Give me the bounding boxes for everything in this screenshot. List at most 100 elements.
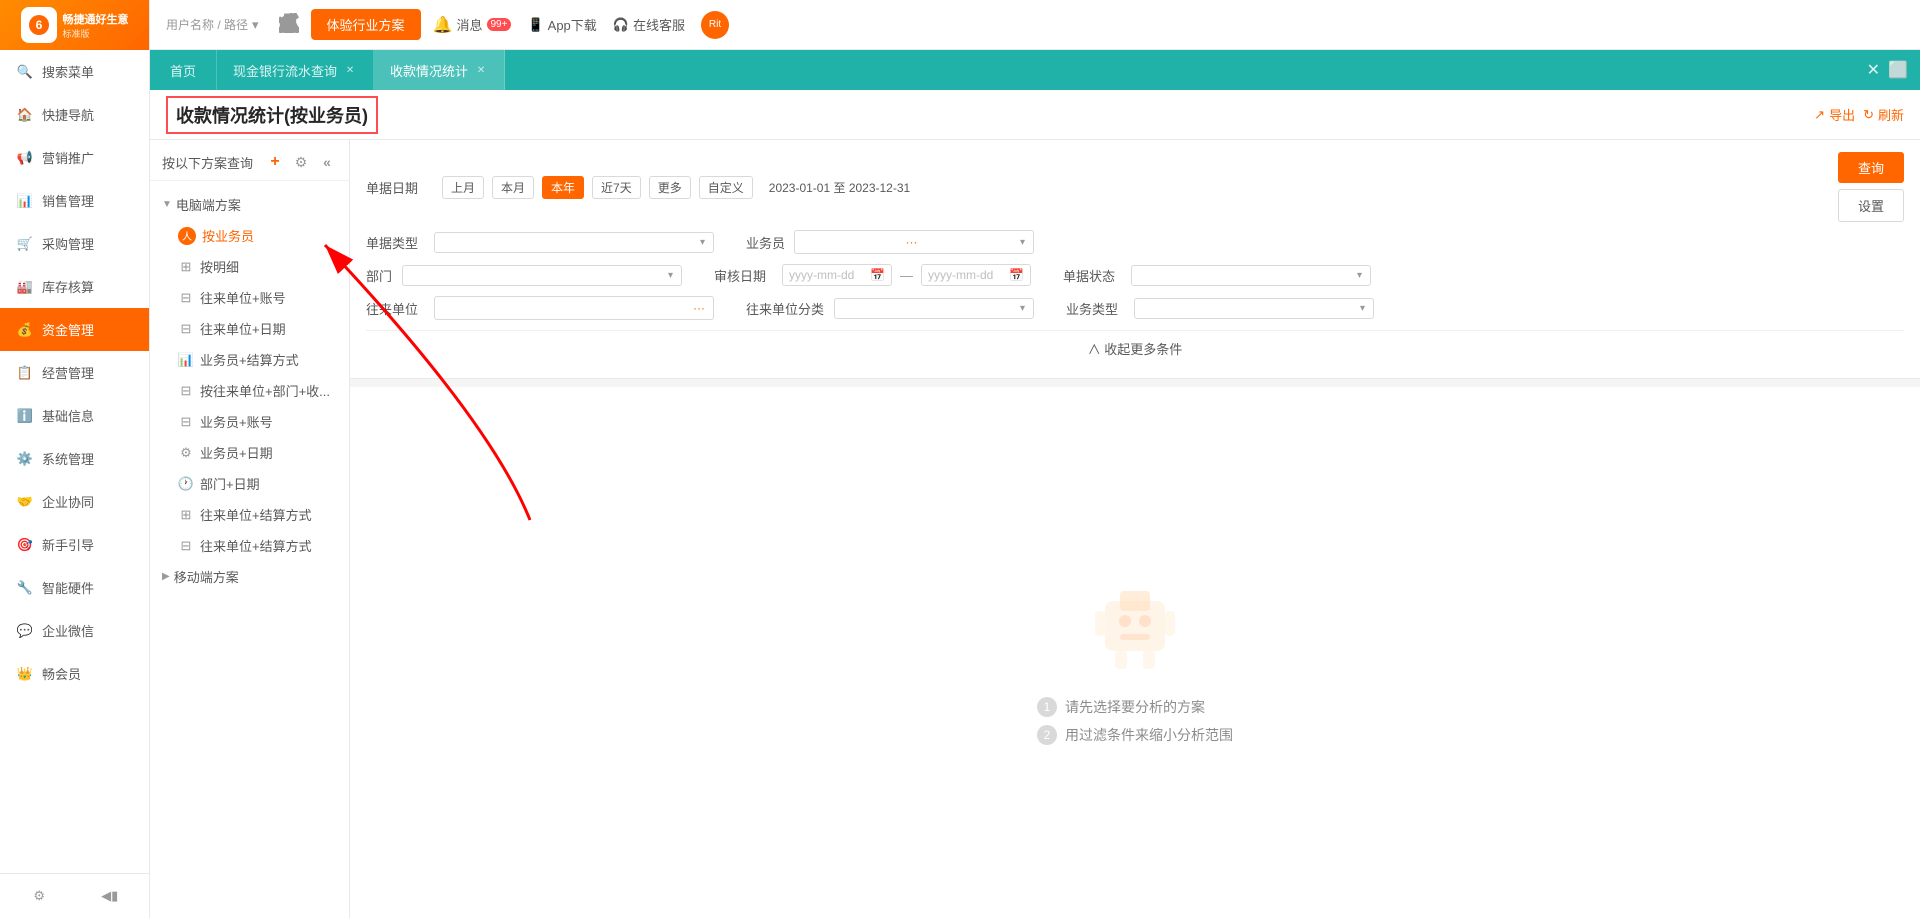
query-button[interactable]: 查询 <box>1838 152 1904 183</box>
guide-icon: 🎯 <box>16 536 34 554</box>
filter-row-1: 单据日期 上月 本月 本年 近7天 更多 自定义 2023-01-01 至 20… <box>366 152 1904 222</box>
sidebar-item-member[interactable]: 👑 畅会员 <box>0 652 149 695</box>
tree-item-partner-settlement1[interactable]: ⊞ 往来单位+结算方式 <box>150 499 349 530</box>
partner-type-chevron: ▾ <box>1020 303 1025 314</box>
sidebar-item-purchase[interactable]: 🛒 采购管理 <box>0 222 149 265</box>
tab-cash-flow[interactable]: 现金银行流水查询 ✕ <box>217 50 374 90</box>
tab-collection[interactable]: 收款情况统计 ✕ <box>374 50 505 90</box>
filter-row-3: 往来单位 ··· 往来单位分类 ▾ 业务类型 <box>366 296 1904 320</box>
sidebar-item-guide[interactable]: 🎯 新手引导 <box>0 523 149 566</box>
user-profile[interactable]: Rit <box>701 11 729 39</box>
tree-item-partner-account[interactable]: ⊟ 往来单位+账号 <box>150 282 349 313</box>
salesperson-select[interactable]: ··· ▾ <box>794 230 1034 254</box>
btn-more-dates[interactable]: 更多 <box>649 176 691 199</box>
filter-row-2: 部门 ▾ 审核日期 yyyy-mm-dd 📅 — <box>366 264 1904 286</box>
refresh-button[interactable]: ↻ 刷新 <box>1863 105 1904 124</box>
page-title: 收款情况统计(按业务员) <box>166 96 378 134</box>
partner-select[interactable]: ··· <box>434 296 714 320</box>
btn-this-month[interactable]: 本月 <box>492 176 534 199</box>
tree-item-salesperson-account[interactable]: ⊟ 业务员+账号 <box>150 406 349 437</box>
app-download-btn[interactable]: 📱 App下载 <box>527 15 596 34</box>
export-button[interactable]: ↗ 导出 <box>1814 105 1855 124</box>
review-date-end[interactable]: yyyy-mm-dd 📅 <box>921 264 1031 286</box>
logo-icon: 6 <box>21 7 57 43</box>
sidebar-item-basic[interactable]: ℹ️ 基础信息 <box>0 394 149 437</box>
finance-icon: 💰 <box>16 321 34 339</box>
dropdown-icon[interactable]: ▾ <box>252 17 259 33</box>
version-text: 标准版 <box>63 27 129 40</box>
sidebar-item-inventory[interactable]: 🏭 库存核算 <box>0 265 149 308</box>
settings-button[interactable]: 设置 <box>1838 189 1904 222</box>
collapse-panel-btn[interactable]: « <box>317 152 337 172</box>
add-scheme-btn[interactable]: + <box>265 152 285 172</box>
dept-select[interactable]: ▾ <box>402 265 682 286</box>
sidebar-settings-btn[interactable]: ⚙ <box>8 882 71 910</box>
megaphone-icon: 📢 <box>16 149 34 167</box>
purchase-icon: 🛒 <box>16 235 34 253</box>
salesperson-account-icon: ⊟ <box>178 414 194 430</box>
tree-item-partner-settlement2[interactable]: ⊟ 往来单位+结算方式 <box>150 530 349 561</box>
logo-text: 畅捷通好生意 <box>63 11 129 27</box>
collapse-more-btn[interactable]: ∧ 收起更多条件 <box>366 330 1904 366</box>
btn-last-month[interactable]: 上月 <box>442 176 484 199</box>
review-date-label: 审核日期 <box>714 266 774 285</box>
btn-custom-date[interactable]: 自定义 <box>699 176 753 199</box>
btn-last-7-days[interactable]: 近7天 <box>592 176 641 199</box>
tab-maximize-btn[interactable]: ⬜ <box>1888 60 1908 80</box>
tree-item-dept-date[interactable]: 🕐 部门+日期 <box>150 468 349 499</box>
sidebar-nav: 🔍 搜索菜单 🏠 快捷导航 📢 营销推广 📊 销售管理 🛒 采购管理 🏭 库存核… <box>0 50 149 873</box>
btn-this-year[interactable]: 本年 <box>542 176 584 199</box>
tab-close-all-btn[interactable]: ✕ <box>1867 60 1880 80</box>
tree-item-partner-date[interactable]: ⊟ 往来单位+日期 <box>150 313 349 344</box>
sidebar-item-finance[interactable]: 💰 资金管理 <box>0 308 149 351</box>
breadcrumb: 用户名称 / 路径 ▾ <box>166 16 259 33</box>
tree-group-mobile-header[interactable]: ▶ 移动端方案 <box>150 561 349 592</box>
sidebar-item-nav[interactable]: 🏠 快捷导航 <box>0 93 149 136</box>
tab-close-collection[interactable]: ✕ <box>474 63 488 77</box>
doc-status-select[interactable]: ▾ <box>1131 265 1371 286</box>
message-btn[interactable]: 🔔 消息 99+ <box>433 15 512 35</box>
sidebar-item-sales[interactable]: 📊 销售管理 <box>0 179 149 222</box>
member-icon: 👑 <box>16 665 34 683</box>
sidebar-collapse-btn[interactable]: ◀▮ <box>79 882 142 910</box>
notification-badge: 99+ <box>487 18 512 31</box>
sales-icon: 📊 <box>16 192 34 210</box>
sidebar-item-marketing[interactable]: 📢 营销推广 <box>0 136 149 179</box>
doctype-chevron: ▾ <box>700 237 705 248</box>
gear-btn[interactable] <box>279 13 299 36</box>
doctype-select[interactable]: ▾ <box>434 232 714 253</box>
partner-type-select[interactable]: ▾ <box>834 298 1034 319</box>
empty-tips: 1 请先选择要分析的方案 2 用过滤条件来缩小分析范围 <box>1037 697 1233 745</box>
sidebar-item-search[interactable]: 🔍 搜索菜单 <box>0 50 149 93</box>
tip-num-2: 2 <box>1037 725 1057 745</box>
business-type-select[interactable]: ▾ <box>1134 298 1374 319</box>
doc-status-chevron: ▾ <box>1357 270 1362 281</box>
svg-text:6: 6 <box>35 18 42 32</box>
salesperson-date-icon: ⚙ <box>178 445 194 461</box>
sidebar-item-operation[interactable]: 📋 经营管理 <box>0 351 149 394</box>
sidebar-item-hardware[interactable]: 🔧 智能硬件 <box>0 566 149 609</box>
salesperson-label: 业务员 <box>746 233 786 252</box>
salesperson-more[interactable]: ··· <box>905 235 917 249</box>
solution-tree: ▼ 电脑端方案 人 按业务员 ⊞ 按明细 ⊟ 往来单位+账号 <box>150 181 349 918</box>
content-area: 按以下方案查询 + ⚙ « ▼ 电脑端方案 人 按业务员 <box>150 140 1920 918</box>
tree-item-partner-dept[interactable]: ⊟ 按往来单位+部门+收... <box>150 375 349 406</box>
partner-more-btn[interactable]: ··· <box>693 301 705 315</box>
online-service-btn[interactable]: 🎧 在线客服 <box>613 15 685 34</box>
scheme-settings-btn[interactable]: ⚙ <box>291 152 311 172</box>
sidebar-item-collab[interactable]: 🤝 企业协同 <box>0 480 149 523</box>
logo: 6 畅捷通好生意 标准版 <box>0 0 149 50</box>
tree-item-by-detail[interactable]: ⊞ 按明细 <box>150 251 349 282</box>
tab-home[interactable]: 首页 <box>150 50 217 90</box>
tree-item-by-salesperson[interactable]: 人 按业务员 <box>150 220 349 251</box>
tab-close-cash[interactable]: ✕ <box>343 63 357 77</box>
trial-button[interactable]: 体验行业方案 <box>311 9 421 40</box>
partner-label: 往来单位 <box>366 299 426 318</box>
tree-item-salesperson-settlement[interactable]: 📊 业务员+结算方式 <box>150 344 349 375</box>
review-date-start[interactable]: yyyy-mm-dd 📅 <box>782 264 892 286</box>
inventory-icon: 🏭 <box>16 278 34 296</box>
tree-item-salesperson-date[interactable]: ⚙ 业务员+日期 <box>150 437 349 468</box>
tree-group-desktop-header[interactable]: ▼ 电脑端方案 <box>150 189 349 220</box>
sidebar-item-system[interactable]: ⚙️ 系统管理 <box>0 437 149 480</box>
sidebar-item-wechat[interactable]: 💬 企业微信 <box>0 609 149 652</box>
